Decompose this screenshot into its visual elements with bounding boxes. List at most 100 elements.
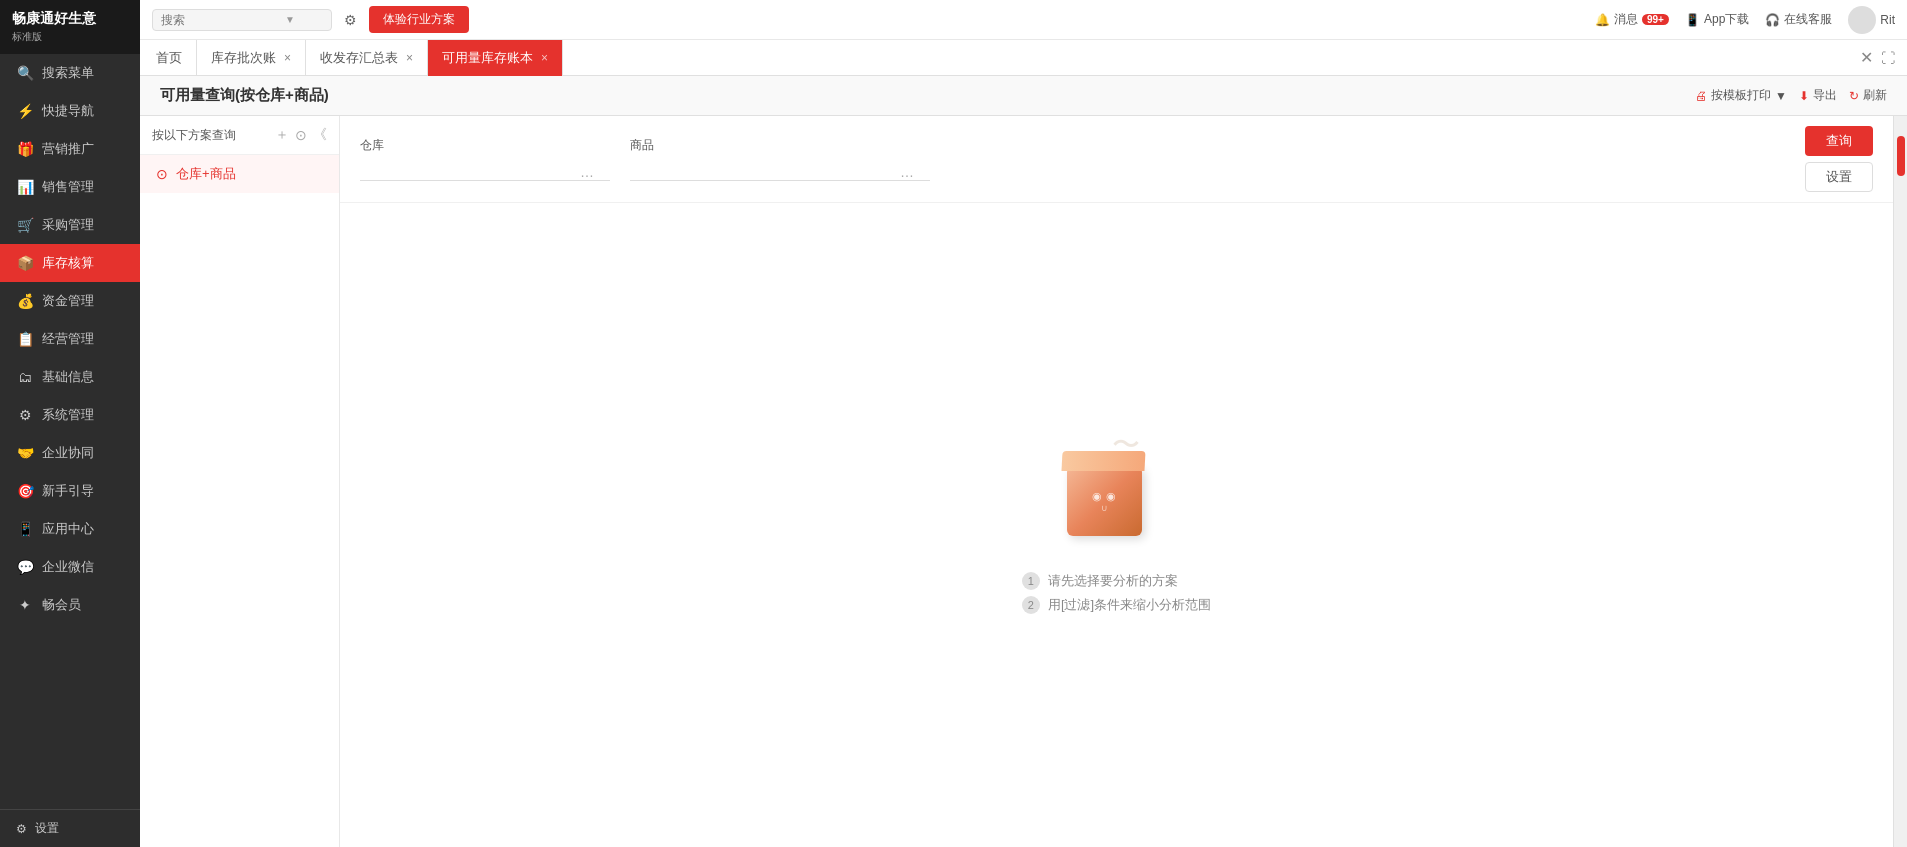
sidebar-item-member[interactable]: ✦畅会员 [0,586,140,624]
sidebar-icon-appstore: 📱 [16,521,34,537]
export-label: 导出 [1813,87,1837,104]
print-chevron-icon: ▼ [1775,89,1787,103]
sidebar-item-wechat[interactable]: 💬企业微信 [0,548,140,586]
sidebar-icon-finance: 💰 [16,293,34,309]
sidebar-label-search: 搜索菜单 [42,64,94,82]
hint-text-2: 用[过滤]条件来缩小分析范围 [1048,596,1211,614]
topbar-search-input[interactable] [161,13,281,27]
tab-batch-close[interactable]: × [284,51,291,65]
sidebar-label-member: 畅会员 [42,596,81,614]
filter-collapse-button[interactable]: 《 [313,126,327,144]
filter-item-label: 仓库+商品 [176,165,236,183]
sidebar-label-base: 基础信息 [42,368,94,386]
sidebar-item-search[interactable]: 🔍搜索菜单 [0,54,140,92]
sidebar-item-inventory[interactable]: 📦 库存核算 [0,244,140,282]
online-service-button[interactable]: 🎧 在线客服 [1765,11,1832,28]
goods-more-button[interactable]: … [900,164,914,180]
expand-tabs-button[interactable]: ⛶ [1881,50,1895,66]
refresh-label: 刷新 [1863,87,1887,104]
tabs-bar: 首页 库存批次账 × 收发存汇总表 × 可用量库存账本 × ✕ ⛶ [140,40,1907,76]
right-scrollbar[interactable] [1893,116,1907,847]
filter-sidebar: 按以下方案查询 ＋ ⊙ 《 ⊙ 仓库+商品 [140,116,340,847]
settings-icon: ⚙ [16,822,27,836]
sidebar-label-purchase: 采购管理 [42,216,94,234]
sidebar-icon-inventory: 📦 [16,255,34,271]
sidebar-bottom-settings[interactable]: ⚙ 设置 [0,809,140,847]
warehouse-input[interactable] [360,158,580,180]
tab-summary-close[interactable]: × [406,51,413,65]
sidebar-item-finance[interactable]: 💰 资金管理 [0,282,140,320]
sidebar-item-marketing[interactable]: 🎁营销推广 [0,130,140,168]
online-service-label: 在线客服 [1784,11,1832,28]
industry-solution-button[interactable]: 体验行业方案 [369,6,469,33]
goods-input[interactable] [630,158,900,180]
page-header: 可用量查询(按仓库+商品) 🖨 按模板打印 ▼ ⬇ 导出 ↻ 刷新 [140,76,1907,116]
sidebar-icon-sales: 📊 [16,179,34,195]
sidebar-item-purchase[interactable]: 🛒 采购管理 [0,206,140,244]
user-avatar-area[interactable]: Rit [1848,6,1895,34]
sidebar-label-sales: 销售管理 [42,178,94,196]
main-content: ▼ ⚙ 体验行业方案 🔔 消息 99+ 📱 App下载 🎧 在线客服 Rit [140,0,1907,847]
sidebar-label-system: 系统管理 [42,406,94,424]
tab-available[interactable]: 可用量库存账本 × [428,40,563,76]
query-area: 仓库 … 商品 … 查询 设置 [340,116,1893,847]
tab-home[interactable]: 首页 [148,40,197,76]
empty-state: 〜 ◉ ◉ ∪ [340,203,1893,847]
page-actions: 🖨 按模板打印 ▼ ⬇ 导出 ↻ 刷新 [1695,87,1887,104]
warehouse-label: 仓库 [360,137,610,154]
topbar-search-wrap[interactable]: ▼ [152,9,332,31]
sidebar-icon-shortcut: ⚡ [16,103,34,119]
sidebar-bottom-label: 设置 [35,820,59,837]
filter-add-button[interactable]: ＋ [275,126,289,144]
warehouse-more-button[interactable]: … [580,164,594,180]
print-icon: 🖨 [1695,89,1707,103]
print-button[interactable]: 🖨 按模板打印 ▼ [1695,87,1787,104]
tab-batch[interactable]: 库存批次账 × [197,40,306,76]
phone-icon: 📱 [1685,13,1700,27]
sidebar-item-sales[interactable]: 📊 销售管理 [0,168,140,206]
home-label: 首页 [156,49,182,67]
tab-summary[interactable]: 收发存汇总表 × [306,40,428,76]
topbar-right: 🔔 消息 99+ 📱 App下载 🎧 在线客服 Rit [1595,6,1895,34]
refresh-button[interactable]: ↻ 刷新 [1849,87,1887,104]
sidebar-item-enterprise[interactable]: 🤝企业协同 [0,434,140,472]
sidebar-item-system[interactable]: ⚙ 系统管理 [0,396,140,434]
query-settings-button[interactable]: 设置 [1805,162,1873,192]
brand-sub: 标准版 [12,30,128,44]
box-lid [1061,451,1145,471]
tab-available-close[interactable]: × [541,51,548,65]
sidebar-icon-purchase: 🛒 [16,217,34,233]
hint-num-2: 2 [1022,596,1040,614]
sidebar-item-operation[interactable]: 📋经营管理 [0,320,140,358]
sidebar-label-inventory: 库存核算 [42,254,94,272]
filter-title: 按以下方案查询 [152,127,269,144]
sidebar-item-appstore[interactable]: 📱应用中心 [0,510,140,548]
query-button[interactable]: 查询 [1805,126,1873,156]
messages-button[interactable]: 🔔 消息 99+ [1595,11,1669,28]
app-download-button[interactable]: 📱 App下载 [1685,11,1749,28]
export-button[interactable]: ⬇ 导出 [1799,87,1837,104]
sidebar-label-shortcut: 快捷导航 [42,102,94,120]
sidebar-item-base[interactable]: 🗂基础信息 [0,358,140,396]
sidebar-item-shortcut[interactable]: ⚡ 快捷导航 [0,92,140,130]
empty-illustration: 〜 ◉ ◉ ∪ [1057,436,1177,556]
export-icon: ⬇ [1799,89,1809,103]
close-all-tabs-button[interactable]: ✕ [1860,48,1873,67]
tab-batch-label: 库存批次账 [211,49,276,67]
filter-settings-button[interactable]: ⊙ [295,127,307,143]
filter-item-warehouse-goods[interactable]: ⊙ 仓库+商品 [140,155,339,193]
sidebar-icon-marketing: 🎁 [16,141,34,157]
tab-summary-label: 收发存汇总表 [320,49,398,67]
search-chevron-icon[interactable]: ▼ [285,14,295,25]
sidebar-item-newbie[interactable]: 🎯新手引导 [0,472,140,510]
sidebar-icon-system: ⚙ [16,407,34,423]
filter-item-icon: ⊙ [156,166,168,182]
sidebar-icon-operation: 📋 [16,331,34,347]
messages-label: 消息 [1614,11,1638,28]
topbar-gear-icon[interactable]: ⚙ [340,8,361,32]
query-action-buttons: 查询 设置 [1805,126,1873,192]
sidebar-label-finance: 资金管理 [42,292,94,310]
content-area: 按以下方案查询 ＋ ⊙ 《 ⊙ 仓库+商品 仓库 … [140,116,1907,847]
empty-hints: 1 请先选择要分析的方案 2 用[过滤]条件来缩小分析范围 [1022,572,1211,614]
hint-text-1: 请先选择要分析的方案 [1048,572,1178,590]
